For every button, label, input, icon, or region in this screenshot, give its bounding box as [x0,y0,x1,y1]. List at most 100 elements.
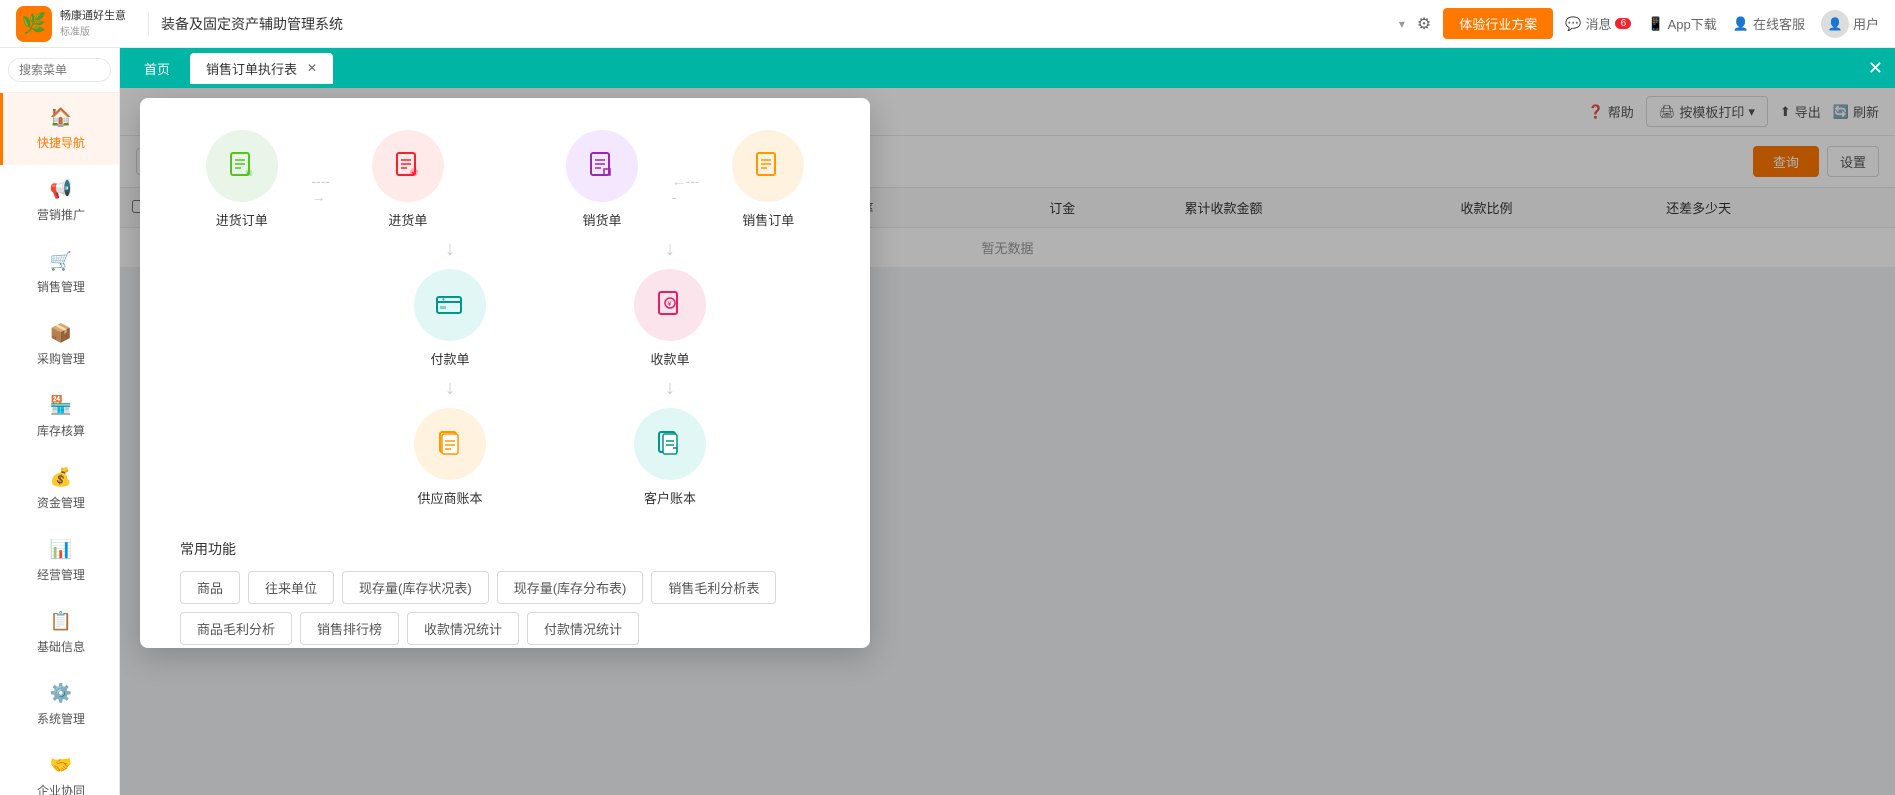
customer-ledger-icon [634,408,706,480]
experience-btn[interactable]: 体验行业方案 [1443,8,1553,39]
logo-area: 🌿 畅康通好生意 标准版 [16,6,136,42]
common-functions: 常用功能 商品 往来单位 现存量(库存状况表) 现存量(库存分布表) 销售毛利分… [180,539,830,645]
gear-icon[interactable]: ⚙ [1417,14,1431,34]
tab-close-all-icon[interactable]: ✕ [1864,54,1887,83]
content-area: 首页 销售订单执行表 ✕ ✕ ❓ 帮助 🖨 [120,48,1895,795]
message-label: 消息 [1585,14,1611,33]
message-btn[interactable]: 💬 消息 6 [1565,14,1631,33]
tab-sales-order-exec[interactable]: 销售订单执行表 ✕ [190,53,333,84]
sidebar-item-purchase[interactable]: 📦 采购管理 [0,309,119,381]
function-buttons: 商品 往来单位 现存量(库存状况表) 现存量(库存分布表) 销售毛利分析表 商品… [180,571,830,645]
purchase-order-label: 进货订单 [216,210,268,229]
system-title: 装备及固定资产辅助管理系统 [161,14,1387,34]
flow-node-purchase-slip[interactable]: 进货单 [346,130,470,229]
func-sales-rank[interactable]: 销售排行榜 [300,612,399,645]
tab-home-label: 首页 [144,59,170,78]
system-icon: ⚙️ [50,683,72,704]
arrow-down-purchase: ↓ [445,237,455,261]
sidebar-item-sales[interactable]: 🛒 销售管理 [0,237,119,309]
sidebar-item-operations[interactable]: 📊 经营管理 [0,525,119,597]
avatar: 👤 [1821,10,1849,38]
message-badge: 6 [1615,18,1631,29]
sidebar-item-inventory[interactable]: 🏪 库存核算 [0,381,119,453]
sidebar-label-marketing: 营销推广 [37,206,85,223]
supplier-ledger-label: 供应商账本 [417,488,482,507]
flow-node-customer-ledger[interactable]: 客户账本 [600,408,740,507]
sales-slip-icon [566,130,638,202]
system-dropdown-arrow[interactable]: ▾ [1399,17,1405,31]
payment-icon: ¥ [414,269,486,341]
flow-diagram: 进货订单 - - - - → [180,130,830,515]
sales-order-label: 销售订单 [742,210,794,229]
func-goods[interactable]: 商品 [180,571,240,604]
service-icon: 👤 [1733,16,1749,32]
basic-info-icon: 📋 [50,611,72,632]
app-download-btn[interactable]: 📱 App下载 [1647,14,1716,33]
func-counterpart[interactable]: 往来单位 [248,571,334,604]
online-service-btn[interactable]: 👤 在线客服 [1733,14,1805,33]
flow-node-receipt[interactable]: ¥ 收款单 [600,269,740,368]
func-goods-gross[interactable]: 商品毛利分析 [180,612,292,645]
payment-label: 付款单 [430,349,469,368]
download-icon: 📱 [1647,16,1663,32]
sidebar-item-system[interactable]: ⚙️ 系统管理 [0,669,119,741]
enterprise-icon: 🤝 [50,755,72,776]
page-content: ❓ 帮助 🖨 按模板打印 ▾ ⬆ 导出 🔄 刷新 [120,88,1895,795]
sales-order-icon [732,130,804,202]
logo-text: 畅康通好生意 [60,9,126,23]
flow-node-purchase-order[interactable]: 进货订单 [180,130,304,229]
sidebar-label-operations: 经营管理 [37,566,85,583]
finance-icon: 💰 [50,467,72,488]
search-input[interactable] [8,58,111,82]
func-payment-stats[interactable]: 付款情况统计 [527,612,639,645]
user-area[interactable]: 👤 用户 [1821,10,1879,38]
sidebar-item-enterprise[interactable]: 🤝 企业协同 [0,741,119,795]
flow-node-sales-slip[interactable]: 销货单 [540,130,664,229]
flow-node-payment[interactable]: ¥ 付款单 [380,269,520,368]
logo-sub: 标准版 [60,23,126,38]
sidebar-label-enterprise: 企业协同 [37,782,85,795]
sidebar-item-quick-nav[interactable]: 🏠 快捷导航 [0,93,119,165]
quick-nav-modal: 进货订单 - - - - → [140,98,870,648]
svg-text:¥: ¥ [668,301,672,308]
sidebar-item-basic-info[interactable]: 📋 基础信息 [0,597,119,669]
arrow-purchase-to-slip: - - - - → [312,173,339,229]
receipt-icon: ¥ [634,269,706,341]
sales-slip-label: 销货单 [583,210,622,229]
common-functions-title: 常用功能 [180,539,830,559]
customer-ledger-label: 客户账本 [644,488,696,507]
marketing-icon: 📢 [50,179,72,200]
arrow-down-sales: ↓ [665,237,675,261]
purchase-order-icon [206,130,278,202]
purchase-icon: 📦 [50,323,72,344]
sidebar-item-marketing[interactable]: 📢 营销推广 [0,165,119,237]
sidebar-item-finance[interactable]: 💰 资金管理 [0,453,119,525]
tab-home[interactable]: 首页 [128,53,186,84]
sidebar-label-finance: 资金管理 [37,494,85,511]
receipt-label: 收款单 [650,349,689,368]
modal-overlay[interactable]: 进货订单 - - - - → [120,88,1895,795]
sidebar-label-sales: 销售管理 [37,278,85,295]
supplier-ledger-icon [414,408,486,480]
app-download-label: App下载 [1668,14,1717,33]
tab-close-icon[interactable]: ✕ [307,61,317,75]
inventory-icon: 🏪 [50,395,72,416]
arrow-down-payment: ↓ [445,376,455,400]
user-label: 用户 [1853,14,1879,33]
func-sales-gross[interactable]: 销售毛利分析表 [651,571,776,604]
func-stock-status[interactable]: 现存量(库存状况表) [342,571,489,604]
online-service-label: 在线客服 [1753,14,1805,33]
sidebar-label-inventory: 库存核算 [37,422,85,439]
flow-node-supplier-ledger[interactable]: 供应商账本 [380,408,520,507]
svg-text:¥: ¥ [442,297,445,303]
logo-icon: 🌿 [16,6,52,42]
top-actions: 💬 消息 6 📱 App下载 👤 在线客服 👤 用户 [1565,10,1879,38]
func-receipt-stats[interactable]: 收款情况统计 [407,612,519,645]
message-icon: 💬 [1565,16,1581,32]
flow-node-sales-order[interactable]: 销售订单 [706,130,830,229]
func-stock-dist[interactable]: 现存量(库存分布表) [497,571,644,604]
arrow-down-receipt: ↓ [665,376,675,400]
home-icon: 🏠 [50,107,72,128]
sidebar-search-area [0,48,119,93]
sidebar-label-basic-info: 基础信息 [37,638,85,655]
